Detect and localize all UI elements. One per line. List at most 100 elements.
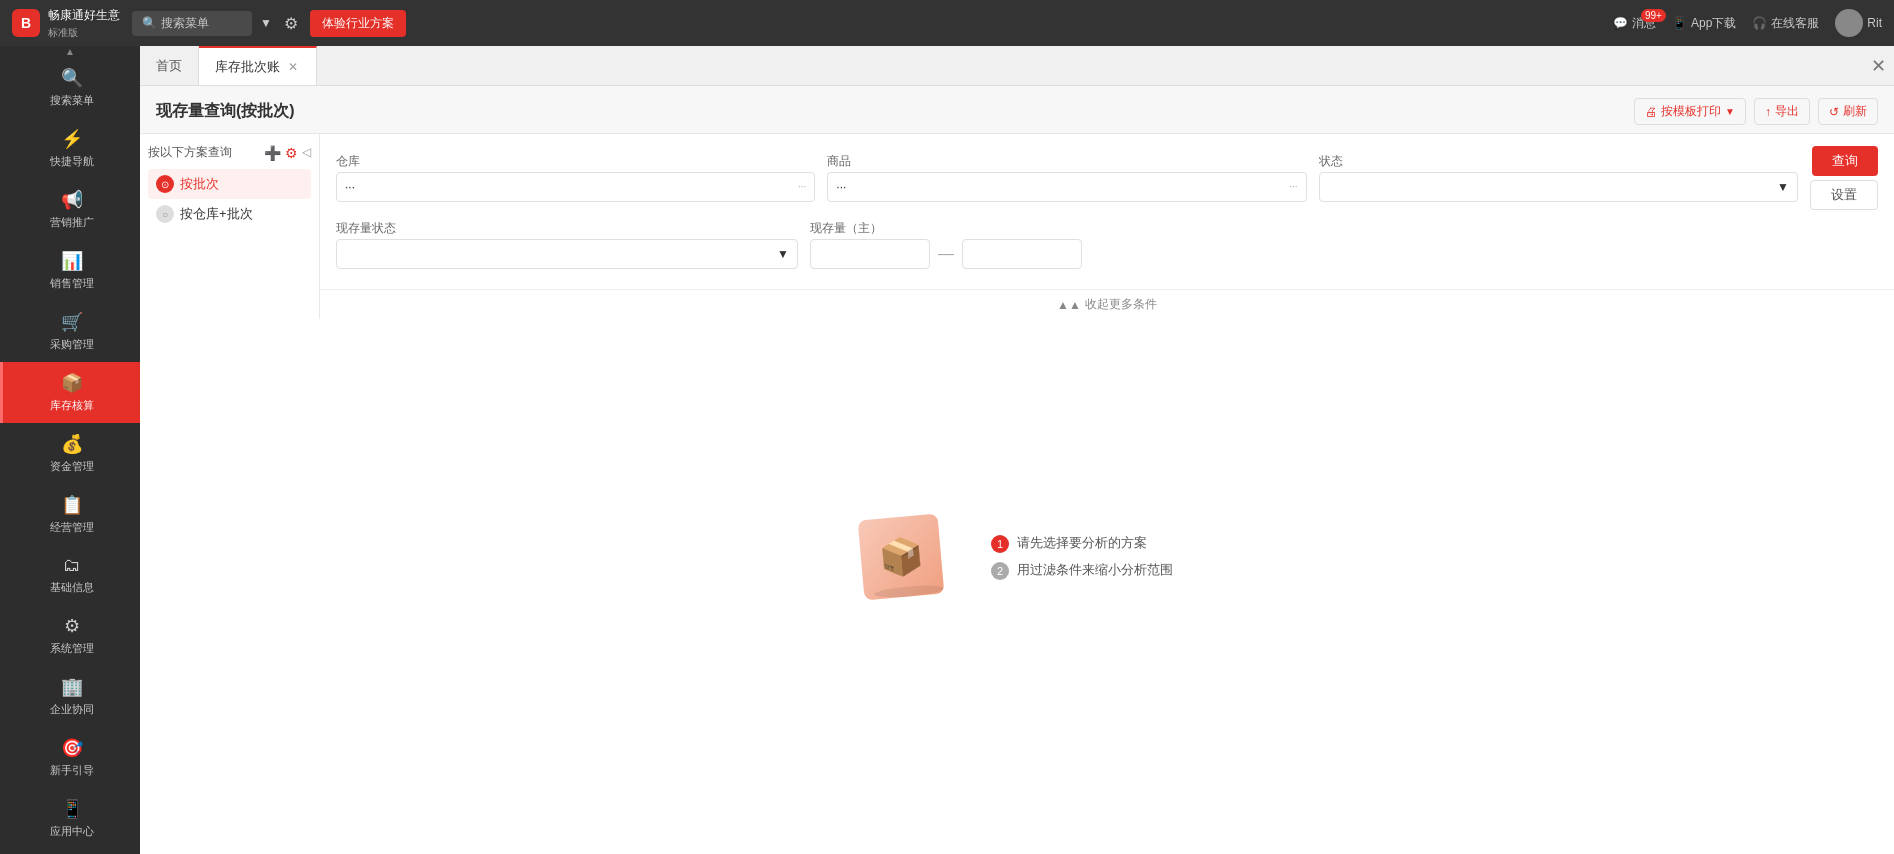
messages-badge: 99+ [1641, 9, 1666, 22]
sidebar-label-quick-nav: 快捷导航 [50, 154, 94, 169]
sidebar-item-purchase[interactable]: 🛒 采购管理 [0, 301, 140, 362]
tab-close-icon[interactable]: ✕ [286, 58, 300, 76]
newbie-icon: 🎯 [61, 737, 83, 759]
marketing-icon: 📢 [61, 189, 83, 211]
inventory-qty-dash: — [934, 245, 958, 263]
sidebar-label-newbie: 新手引导 [50, 763, 94, 778]
app-download-item[interactable]: 📱 App下载 [1672, 15, 1736, 32]
settings-gear-icon[interactable]: ⚙ [284, 14, 298, 33]
warehouse-input[interactable]: ··· ··· [336, 172, 815, 202]
hint-2-text: 用过滤条件来缩小分析范围 [1017, 561, 1173, 579]
collapse-more-button[interactable]: ▲▲ 收起更多条件 [320, 289, 1894, 319]
messages-item[interactable]: 💬 消息 99+ [1613, 15, 1656, 32]
filter-actions: 查询 设置 [1810, 144, 1878, 210]
search-icon: 🔍 [142, 16, 157, 30]
inventory-icon: 📦 [61, 372, 83, 394]
sidebar-item-inventory[interactable]: 📦 库存核算 [0, 362, 140, 423]
query-button[interactable]: 查询 [1812, 146, 1878, 176]
sidebar-item-finance[interactable]: 💰 资金管理 [0, 423, 140, 484]
template-print-button[interactable]: 🖨 按模板打印 ▼ [1634, 98, 1746, 125]
sidebar-item-wechat[interactable]: 💬 企业微信 [0, 849, 140, 854]
user-item[interactable]: Rit [1835, 9, 1882, 37]
inventory-status-label: 现存量状态 [336, 220, 798, 237]
tab-home[interactable]: 首页 [140, 46, 199, 85]
sidebar-item-sales[interactable]: 📊 销售管理 [0, 240, 140, 301]
scheme-by-warehouse-batch[interactable]: ○ 按仓库+批次 [148, 199, 311, 229]
tab-inventory-batch[interactable]: 库存批次账 ✕ [199, 46, 317, 85]
hint-1-text: 请先选择要分析的方案 [1017, 534, 1147, 552]
headset-icon: 🎧 [1752, 16, 1767, 30]
inventory-qty-range: — [810, 239, 1272, 269]
trial-button[interactable]: 体验行业方案 [310, 10, 406, 37]
content-area: 首页 库存批次账 ✕ ✕ 现存量查询(按批次) 🖨 按模板打印 ▼ [140, 46, 1894, 854]
app-version: 标准版 [48, 26, 124, 40]
refresh-icon: ↺ [1829, 105, 1839, 119]
empty-icon-wrap: 📦 [861, 507, 961, 607]
inventory-qty-min[interactable] [810, 239, 930, 269]
sidebar-scroll-up[interactable]: ▲ [0, 46, 140, 57]
print-dropdown-arrow-icon: ▼ [1725, 106, 1735, 117]
export-button[interactable]: ↑ 导出 [1754, 98, 1810, 125]
page-title: 现存量查询(按批次) [156, 101, 295, 122]
page-header-actions: 🖨 按模板打印 ▼ ↑ 导出 ↺ 刷新 [1634, 98, 1878, 125]
sidebar-label-purchase: 采购管理 [50, 337, 94, 352]
sidebar-item-basic[interactable]: 🗂 基础信息 [0, 545, 140, 605]
tab-bar-close-button[interactable]: ✕ [1871, 55, 1886, 77]
status-label: 状态 [1319, 153, 1798, 170]
sales-icon: 📊 [61, 250, 83, 272]
warehouse-label: 仓库 [336, 153, 815, 170]
tab-inventory-batch-label: 库存批次账 [215, 58, 280, 76]
sidebar-item-marketing[interactable]: 📢 营销推广 [0, 179, 140, 240]
menu-search[interactable]: 🔍 搜索菜单 [132, 11, 252, 36]
collapse-more-label: 收起更多条件 [1085, 296, 1157, 313]
app-download-label: App下载 [1691, 15, 1736, 32]
product-placeholder: ··· [836, 180, 846, 194]
scheme-panel-actions: ➕ ⚙ ◁ [264, 145, 311, 161]
username: Rit [1867, 16, 1882, 30]
filter-right: 仓库 ··· ··· 商品 ··· ··· [320, 134, 1894, 319]
inventory-status-dropdown-icon: ▼ [777, 247, 789, 261]
search-icon: 🔍 [61, 67, 83, 89]
scheme-batch-label: 按批次 [180, 175, 219, 193]
scheme-add-button[interactable]: ➕ [264, 145, 281, 161]
inventory-status-select[interactable]: ▼ [336, 239, 798, 269]
sidebar-label-finance: 资金管理 [50, 459, 94, 474]
status-select[interactable]: ▼ [1319, 172, 1798, 202]
inventory-status-field: 现存量状态 ▼ [336, 220, 798, 269]
product-input[interactable]: ··· ··· [827, 172, 1306, 202]
search-dropdown[interactable]: ▼ [260, 16, 272, 30]
filter-area: 按以下方案查询 ➕ ⚙ ◁ ⊙ 按批次 ○ 按仓库+批次 [140, 134, 1894, 319]
inventory-qty-field: 现存量（主） — [810, 220, 1272, 269]
sidebar-label-sales: 销售管理 [50, 276, 94, 291]
corp-icon: 🏢 [61, 676, 83, 698]
online-service-label: 在线客服 [1771, 15, 1819, 32]
sidebar-item-apps[interactable]: 📱 应用中心 [0, 788, 140, 849]
sidebar-item-quick-nav[interactable]: ⚡ 快捷导航 [0, 118, 140, 179]
sidebar-item-newbie[interactable]: 🎯 新手引导 [0, 727, 140, 788]
sidebar-item-corp[interactable]: 🏢 企业协同 [0, 666, 140, 727]
topbar-right: 💬 消息 99+ 📱 App下载 🎧 在线客服 Rit [1613, 9, 1882, 37]
refresh-button[interactable]: ↺ 刷新 [1818, 98, 1878, 125]
empty-state-content: 📦 1 请先选择要分析的方案 2 用过滤条件来缩小分析范围 [861, 507, 1173, 607]
inventory-qty-max[interactable] [962, 239, 1082, 269]
warehouse-more-icon: ··· [798, 181, 806, 192]
app-name-wrap: 畅康通好生意 标准版 [48, 7, 124, 40]
scheme-settings-button[interactable]: ⚙ [285, 145, 298, 161]
topbar: B 畅康通好生意 标准版 🔍 搜索菜单 ▼ ⚙ 体验行业方案 💬 消息 99+ … [0, 0, 1894, 46]
sidebar-item-search[interactable]: 🔍 搜索菜单 [0, 57, 140, 118]
tab-home-label: 首页 [156, 57, 182, 75]
export-label: 导出 [1775, 103, 1799, 120]
scheme-panel-title: 按以下方案查询 [148, 144, 232, 161]
settings-button[interactable]: 设置 [1810, 180, 1878, 210]
filter-row-2: 现存量状态 ▼ 现存量（主） — [336, 220, 1878, 269]
refresh-label: 刷新 [1843, 103, 1867, 120]
empty-hint-2: 2 用过滤条件来缩小分析范围 [991, 561, 1173, 580]
sidebar-item-operation[interactable]: 📋 经营管理 [0, 484, 140, 545]
online-service-item[interactable]: 🎧 在线客服 [1752, 15, 1819, 32]
collapse-up-icon: ▲▲ [1057, 298, 1081, 312]
sidebar-label-apps: 应用中心 [50, 824, 94, 839]
scheme-panel-collapse-icon[interactable]: ◁ [302, 145, 311, 161]
sidebar-item-system[interactable]: ⚙ 系统管理 [0, 605, 140, 666]
warehouse-field: 仓库 ··· ··· [336, 153, 815, 202]
scheme-by-batch[interactable]: ⊙ 按批次 [148, 169, 311, 199]
